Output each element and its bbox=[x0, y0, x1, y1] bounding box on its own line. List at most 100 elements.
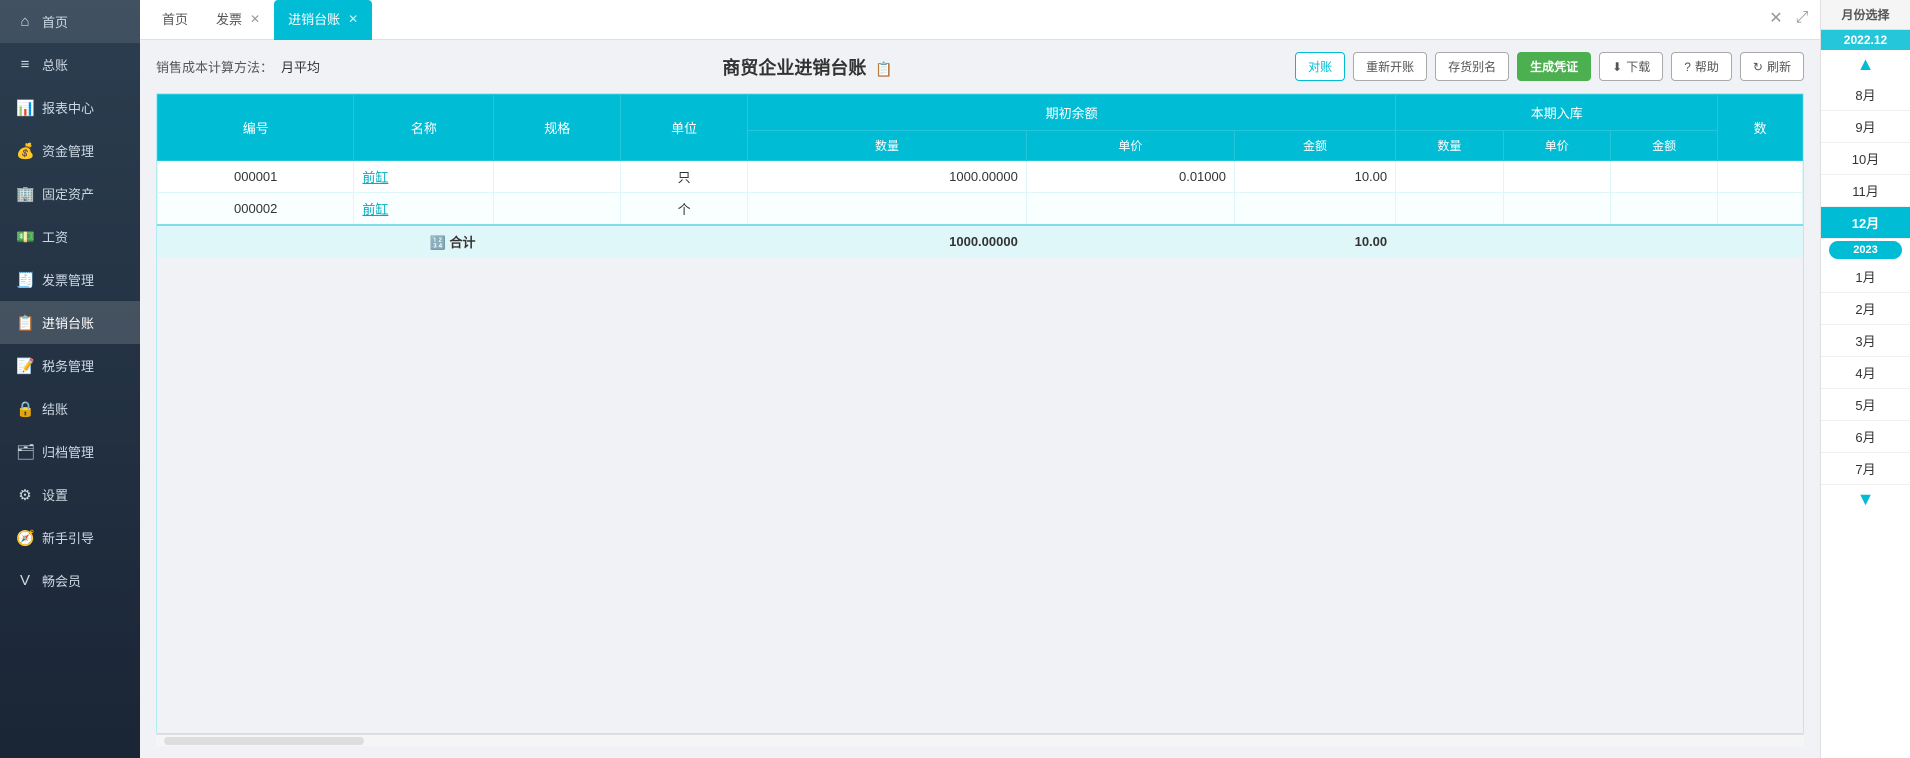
cell-price-open-2 bbox=[1026, 193, 1234, 226]
sidebar-item-close[interactable]: 🔒 结账 bbox=[0, 387, 140, 430]
sidebar-item-member[interactable]: V 畅会员 bbox=[0, 559, 140, 602]
tab-inventory-close[interactable]: ✕ bbox=[348, 12, 358, 26]
sidebar-label-assets: 固定资产 bbox=[42, 184, 94, 203]
cell-unit-2: 个 bbox=[621, 193, 748, 226]
sidebar-item-guide[interactable]: 🧭 新手引导 bbox=[0, 516, 140, 559]
sidebar-label-guide: 新手引导 bbox=[42, 528, 94, 547]
col-header-extra: 数 bbox=[1718, 95, 1803, 161]
cell-extra-2 bbox=[1718, 193, 1803, 226]
month-item-2[interactable]: 2月 bbox=[1821, 293, 1910, 325]
subheader-amount-open: 金额 bbox=[1234, 131, 1395, 161]
sidebar-label-tax: 税务管理 bbox=[42, 356, 94, 375]
col-header-unit: 单位 bbox=[621, 95, 748, 161]
sidebar-item-finance[interactable]: 💰 资金管理 bbox=[0, 129, 140, 172]
cell-amount-open-2 bbox=[1234, 193, 1395, 226]
tab-home-label: 首页 bbox=[162, 9, 188, 28]
main-area: ✕ ⤢ 首页 发票 ✕ 进销台账 ✕ 销售成本计算方法： 月平均 商贸企业进销台… bbox=[140, 0, 1820, 758]
scroll-track[interactable] bbox=[164, 737, 364, 745]
ledger-icon: ≡ bbox=[16, 56, 34, 73]
sidebar-label-close: 结账 bbox=[42, 399, 68, 418]
sidebar-item-home[interactable]: ⌂ 首页 bbox=[0, 0, 140, 43]
subheader-price-open: 单价 bbox=[1026, 131, 1234, 161]
sidebar-item-invoice-mgr[interactable]: 🧾 发票管理 bbox=[0, 258, 140, 301]
sidebar-item-settings[interactable]: ⚙ 设置 bbox=[0, 473, 140, 516]
refresh-button[interactable]: ↻ 刷新 bbox=[1740, 52, 1804, 81]
sidebar-item-ledger[interactable]: ≡ 总账 bbox=[0, 43, 140, 86]
page-title: 商贸企业进销台账 📋 bbox=[328, 54, 1287, 80]
sidebar-label-invoice-mgr: 发票管理 bbox=[42, 270, 94, 289]
total-label-cell: 🔢 合计 bbox=[158, 225, 748, 258]
maximize-window-button[interactable]: ⤢ bbox=[1792, 8, 1812, 28]
tab-invoice-close[interactable]: ✕ bbox=[250, 12, 260, 26]
total-qty-open: 1000.00000 bbox=[748, 225, 1027, 258]
month-item-12[interactable]: 12月 bbox=[1821, 207, 1910, 239]
tab-invoice-label: 发票 bbox=[216, 9, 242, 28]
cost-method-value: 月平均 bbox=[281, 57, 320, 76]
month-panel-title: 月份选择 bbox=[1821, 0, 1910, 30]
month-item-1[interactable]: 1月 bbox=[1821, 261, 1910, 293]
tab-invoice[interactable]: 发票 ✕ bbox=[202, 0, 274, 40]
cell-name-1[interactable]: 前缸 bbox=[354, 161, 494, 193]
inventory-table-wrap[interactable]: 编号 名称 规格 单位 期初余额 本期入库 数 数量 单价 金额 数量 单价 bbox=[156, 93, 1804, 734]
cell-amount-in-2 bbox=[1610, 193, 1717, 226]
help-button[interactable]: ? 帮助 bbox=[1671, 52, 1732, 81]
month-item-5[interactable]: 5月 bbox=[1821, 389, 1910, 421]
sidebar-item-salary[interactable]: 💵 工资 bbox=[0, 215, 140, 258]
download-icon: ⬇ bbox=[1612, 60, 1622, 74]
window-controls: ✕ ⤢ bbox=[1766, 8, 1812, 28]
sidebar-label-settings: 设置 bbox=[42, 485, 68, 504]
finance-icon: 💰 bbox=[16, 142, 34, 160]
sidebar-item-inventory[interactable]: 📋 进销台账 bbox=[0, 301, 140, 344]
month-item-7[interactable]: 7月 bbox=[1821, 453, 1910, 485]
salary-icon: 💵 bbox=[16, 228, 34, 246]
month-scroll-down[interactable]: ▼ bbox=[1821, 485, 1910, 514]
cell-code-1: 000001 bbox=[158, 161, 354, 193]
month-item-6[interactable]: 6月 bbox=[1821, 421, 1910, 453]
cell-price-open-1: 0.01000 bbox=[1026, 161, 1234, 193]
month-item-4[interactable]: 4月 bbox=[1821, 357, 1910, 389]
generate-voucher-button[interactable]: 生成凭证 bbox=[1517, 52, 1591, 81]
tab-inventory-label: 进销台账 bbox=[288, 9, 340, 28]
sidebar-label-member: 畅会员 bbox=[42, 571, 81, 590]
tab-home[interactable]: 首页 bbox=[148, 0, 202, 40]
cell-qty-in-2 bbox=[1396, 193, 1503, 226]
download-button[interactable]: ⬇ 下载 bbox=[1599, 52, 1663, 81]
tab-inventory[interactable]: 进销台账 ✕ bbox=[274, 0, 372, 40]
reconcile-button[interactable]: 对账 bbox=[1295, 52, 1345, 81]
subheader-price-in: 单价 bbox=[1503, 131, 1610, 161]
sidebar-label-salary: 工资 bbox=[42, 227, 68, 246]
cell-code-2: 000002 bbox=[158, 193, 354, 226]
inventory-icon: 📋 bbox=[16, 314, 34, 332]
total-amount-in bbox=[1610, 225, 1717, 258]
guide-icon: 🧭 bbox=[16, 529, 34, 547]
assets-icon: 🏢 bbox=[16, 185, 34, 203]
save-alias-button[interactable]: 存货别名 bbox=[1435, 52, 1509, 81]
total-price-open bbox=[1026, 225, 1234, 258]
month-item-10[interactable]: 10月 bbox=[1821, 143, 1910, 175]
cell-amount-open-1: 10.00 bbox=[1234, 161, 1395, 193]
sidebar-label-archive: 归档管理 bbox=[42, 442, 94, 461]
cell-price-in-1 bbox=[1503, 161, 1610, 193]
cell-name-2[interactable]: 前缸 bbox=[354, 193, 494, 226]
close-window-button[interactable]: ✕ bbox=[1766, 8, 1786, 28]
home-icon: ⌂ bbox=[16, 13, 34, 30]
horizontal-scrollbar[interactable] bbox=[156, 734, 1804, 746]
month-item-11[interactable]: 11月 bbox=[1821, 175, 1910, 207]
sidebar-label-reports: 报表中心 bbox=[42, 98, 94, 117]
cell-spec-2 bbox=[494, 193, 621, 226]
cell-qty-open-2 bbox=[748, 193, 1027, 226]
sidebar-item-tax[interactable]: 📝 税务管理 bbox=[0, 344, 140, 387]
month-item-9[interactable]: 9月 bbox=[1821, 111, 1910, 143]
reopen-button[interactable]: 重新开账 bbox=[1353, 52, 1427, 81]
content-area: 销售成本计算方法： 月平均 商贸企业进销台账 📋 对账 重新开账 存货别名 生成… bbox=[140, 40, 1820, 758]
sidebar-item-archive[interactable]: 🗂 归档管理 bbox=[0, 430, 140, 473]
subheader-amount-in: 金额 bbox=[1610, 131, 1717, 161]
sidebar-item-reports[interactable]: 📊 报表中心 bbox=[0, 86, 140, 129]
month-scroll-up[interactable]: ▲ bbox=[1821, 50, 1910, 79]
cell-price-in-2 bbox=[1503, 193, 1610, 226]
sidebar-item-assets[interactable]: 🏢 固定资产 bbox=[0, 172, 140, 215]
tab-bar: 首页 发票 ✕ 进销台账 ✕ bbox=[140, 0, 1820, 40]
month-item-8[interactable]: 8月 bbox=[1821, 79, 1910, 111]
month-item-3[interactable]: 3月 bbox=[1821, 325, 1910, 357]
cell-extra-1 bbox=[1718, 161, 1803, 193]
